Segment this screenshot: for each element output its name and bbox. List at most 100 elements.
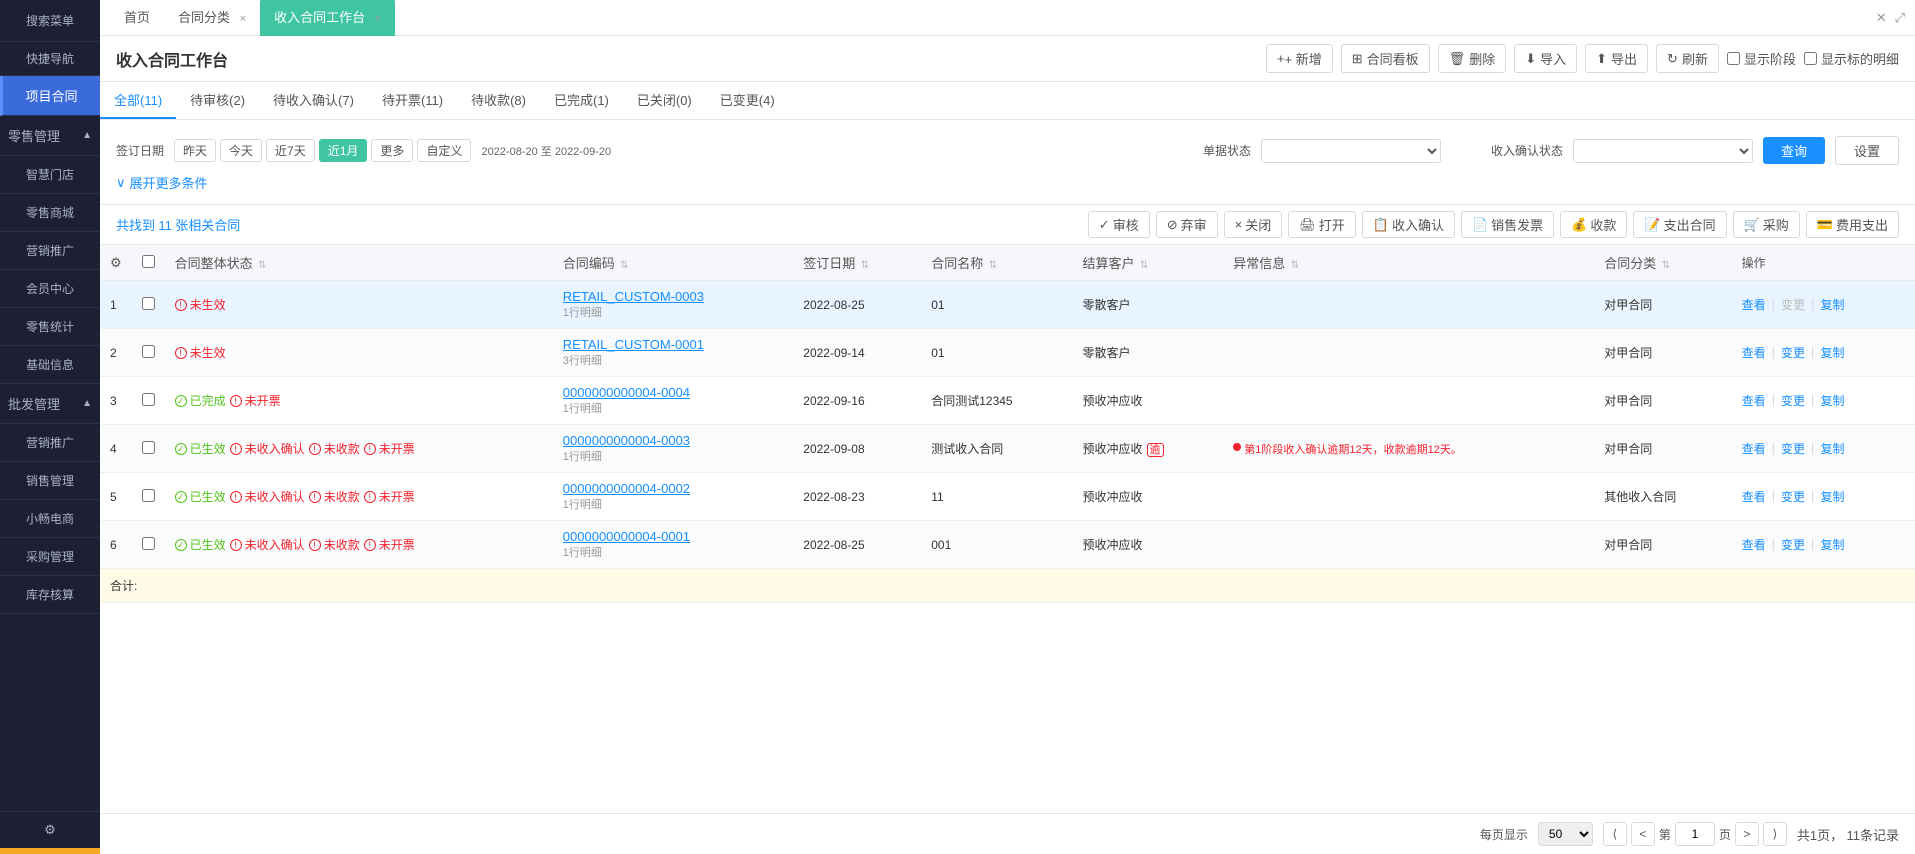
yesterday-btn[interactable]: 昨天	[174, 139, 216, 162]
audit-button[interactable]: ✓ 审核	[1088, 211, 1150, 238]
last1month-btn[interactable]: 近1月	[319, 139, 368, 162]
action-查看-btn[interactable]: 查看	[1742, 344, 1766, 361]
query-button[interactable]: 查询	[1763, 137, 1825, 164]
expand-more-btn[interactable]: ∨ 展开更多条件	[116, 169, 1899, 196]
print-button[interactable]: 🖨 打开	[1288, 211, 1356, 238]
sidebar-item-marketing2[interactable]: 营销推广	[0, 424, 100, 462]
row-select-checkbox[interactable]	[142, 345, 155, 358]
row-select-checkbox[interactable]	[142, 393, 155, 406]
action-复制-btn[interactable]: 复制	[1820, 392, 1844, 409]
row-select-checkbox[interactable]	[142, 441, 155, 454]
today-btn[interactable]: 今天	[220, 139, 262, 162]
contract-board-button[interactable]: ⊞ 合同看板	[1341, 44, 1430, 73]
first-page-btn[interactable]: ⟨	[1603, 822, 1627, 846]
action-查看-btn[interactable]: 查看	[1742, 296, 1766, 313]
income-confirm-button[interactable]: 📋 收入确认	[1362, 211, 1455, 238]
sidebar-search[interactable]: 搜索菜单	[0, 0, 100, 42]
sidebar-item-purchase[interactable]: 采购管理	[0, 538, 100, 576]
prev-page-btn[interactable]: <	[1631, 822, 1655, 846]
show-stage-input[interactable]	[1727, 52, 1740, 65]
set-button[interactable]: 设置	[1835, 136, 1899, 165]
sidebar-item-retail-mgmt[interactable]: 零售管理 ▲	[0, 116, 100, 156]
action-复制-btn[interactable]: 复制	[1820, 488, 1844, 505]
sort-icon[interactable]: ⇅	[989, 260, 997, 271]
last7days-btn[interactable]: 近7天	[266, 139, 315, 162]
status-tab-pending-review[interactable]: 待审核(2)	[176, 82, 259, 119]
action-查看-btn[interactable]: 查看	[1742, 536, 1766, 553]
sidebar-item-member[interactable]: 会员中心	[0, 270, 100, 308]
contract-code-link[interactable]: RETAIL_CUSTOM-0001	[563, 337, 704, 352]
sort-icon[interactable]: ⇅	[258, 260, 266, 271]
status-tab-closed[interactable]: 已关闭(0)	[623, 82, 706, 119]
select-all-checkbox[interactable]	[142, 255, 155, 268]
sidebar-item-sales-mgmt[interactable]: 销售管理	[0, 462, 100, 500]
action-查看-btn[interactable]: 查看	[1742, 392, 1766, 409]
export-button[interactable]: ⬆ 导出	[1585, 44, 1648, 73]
purchase-button[interactable]: 🛒 采购	[1733, 211, 1800, 238]
action-复制-btn[interactable]: 复制	[1820, 536, 1844, 553]
income-confirm-select[interactable]	[1573, 139, 1753, 163]
contract-code-link[interactable]: 0000000000004-0001	[563, 529, 690, 544]
page-size-select[interactable]: 50 10 20 100	[1538, 822, 1593, 846]
action-查看-btn[interactable]: 查看	[1742, 488, 1766, 505]
contract-code-link[interactable]: 0000000000004-0004	[563, 385, 690, 400]
contract-code-link[interactable]: 0000000000004-0003	[563, 433, 690, 448]
show-detail-checkbox[interactable]: 显示标的明细	[1804, 49, 1899, 68]
sidebar-quick-nav[interactable]: 快捷导航	[0, 42, 100, 76]
action-变更-btn[interactable]: 变更	[1781, 392, 1805, 409]
sort-icon[interactable]: ⇅	[1662, 260, 1670, 271]
expense-out-button[interactable]: 💳 费用支出	[1806, 211, 1899, 238]
tab-home[interactable]: 首页	[110, 0, 164, 36]
sidebar-item-stock[interactable]: 库存核算	[0, 576, 100, 614]
out-contract-button[interactable]: 📝 支出合同	[1633, 211, 1726, 238]
status-tab-all[interactable]: 全部(11)	[100, 82, 176, 119]
abandon-button[interactable]: ⊘ 弃审	[1156, 211, 1218, 238]
row-select-checkbox[interactable]	[142, 297, 155, 310]
sidebar-item-basic-info[interactable]: 基础信息	[0, 346, 100, 384]
action-复制-btn[interactable]: 复制	[1820, 344, 1844, 361]
new-button[interactable]: + + 新增	[1266, 44, 1333, 73]
close-button[interactable]: × 关闭	[1224, 211, 1283, 238]
contract-code-link[interactable]: 0000000000004-0002	[563, 481, 690, 496]
window-close-icon[interactable]: ✕	[1872, 6, 1891, 30]
delete-button[interactable]: 🗑 删除	[1438, 44, 1507, 73]
sort-icon[interactable]: ⇅	[861, 260, 869, 271]
sales-invoice-button[interactable]: 📄 销售发票	[1461, 211, 1554, 238]
next-page-btn[interactable]: >	[1735, 822, 1759, 846]
row-select-checkbox[interactable]	[142, 489, 155, 502]
sidebar-item-project[interactable]: 项目合同	[0, 76, 100, 116]
sidebar-item-marketing[interactable]: 营销推广	[0, 232, 100, 270]
sidebar-item-smart-store[interactable]: 智慧门店	[0, 156, 100, 194]
refresh-button[interactable]: ↻ 刷新	[1656, 44, 1719, 73]
sort-icon[interactable]: ⇅	[620, 260, 628, 271]
tab-contract-category[interactable]: 合同分类 ×	[164, 0, 260, 36]
status-tab-changed[interactable]: 已变更(4)	[706, 82, 789, 119]
status-tab-completed[interactable]: 已完成(1)	[540, 82, 623, 119]
contract-code-link[interactable]: RETAIL_CUSTOM-0003	[563, 289, 704, 304]
sidebar-item-xiaochangec[interactable]: 小畅电商	[0, 500, 100, 538]
show-stage-checkbox[interactable]: 显示阶段	[1727, 49, 1796, 68]
status-tab-pending-income[interactable]: 待收入确认(7)	[259, 82, 368, 119]
action-变更-btn[interactable]: 变更	[1781, 440, 1805, 457]
close-tab-contract-category[interactable]: ×	[240, 13, 246, 25]
sidebar-settings[interactable]: ⚙	[0, 811, 100, 848]
tab-income-workbench[interactable]: 收入合同工作台 ×	[260, 0, 395, 36]
sort-icon[interactable]: ⇅	[1291, 260, 1299, 271]
action-变更-btn[interactable]: 变更	[1781, 488, 1805, 505]
action-变更-btn[interactable]: 变更	[1781, 536, 1805, 553]
sidebar-item-retail-mall[interactable]: 零售商城	[0, 194, 100, 232]
sidebar-item-retail-stats[interactable]: 零售统计	[0, 308, 100, 346]
show-detail-input[interactable]	[1804, 52, 1817, 65]
import-button[interactable]: ⬇ 导入	[1514, 44, 1577, 73]
action-查看-btn[interactable]: 查看	[1742, 440, 1766, 457]
action-变更-btn[interactable]: 变更	[1781, 296, 1805, 313]
doc-status-select[interactable]	[1261, 139, 1441, 163]
settings-icon[interactable]: ⚙	[110, 255, 122, 270]
payment-button[interactable]: 💰 收款	[1560, 211, 1627, 238]
sort-icon[interactable]: ⇅	[1140, 260, 1148, 271]
status-tab-pending-invoice[interactable]: 待开票(11)	[368, 82, 457, 119]
custom-btn[interactable]: 自定义	[417, 139, 471, 162]
window-expand-icon[interactable]: ⤢	[1895, 10, 1905, 26]
action-复制-btn[interactable]: 复制	[1820, 296, 1844, 313]
status-tab-pending-payment[interactable]: 待收款(8)	[457, 82, 540, 119]
